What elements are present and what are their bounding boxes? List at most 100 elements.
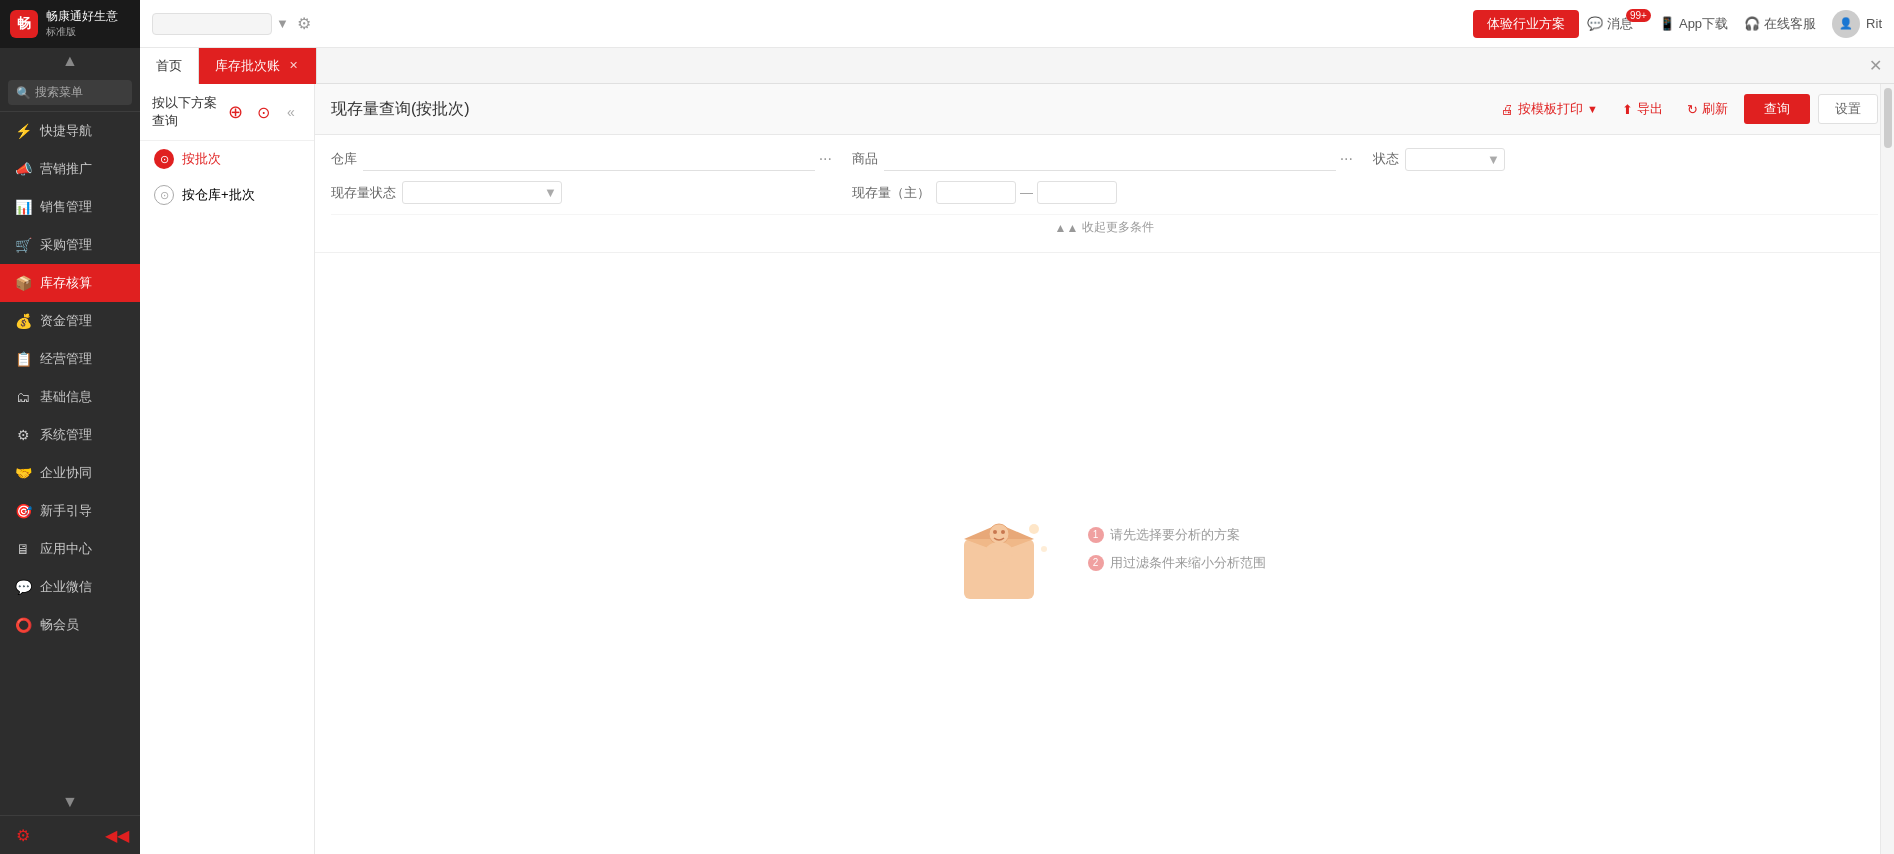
base-icon: 🗂 (14, 388, 32, 406)
sidebar-item-marketing[interactable]: 📣 营销推广 (0, 150, 140, 188)
filter-stock-status-field: 现存量状态 ▼ (331, 181, 836, 204)
finance-icon: 💰 (14, 312, 32, 330)
sidebar-item-label: 应用中心 (40, 540, 92, 558)
user-area[interactable]: 👤 Rit (1832, 10, 1882, 38)
sidebar-item-finance[interactable]: 💰 资金管理 (0, 302, 140, 340)
svg-point-6 (1001, 530, 1005, 534)
add-plan-btn[interactable]: ⊕ (224, 101, 246, 123)
sidebar-item-base[interactable]: 🗂 基础信息 (0, 378, 140, 416)
tab-area-close[interactable]: ✕ (1857, 56, 1894, 75)
sidebar-item-corp-wechat[interactable]: 💬 企业微信 (0, 568, 140, 606)
query-button[interactable]: 查询 (1744, 94, 1810, 124)
sidebar-item-label: 企业协同 (40, 464, 92, 482)
tab-home[interactable]: 首页 (140, 48, 199, 84)
stock-status-label: 现存量状态 (331, 184, 396, 202)
warehouse-more-icon[interactable]: ··· (815, 150, 836, 168)
empty-illustration (944, 494, 1064, 614)
hint-num-1: 1 (1088, 527, 1104, 543)
sidebar-item-purchase[interactable]: 🛒 采购管理 (0, 226, 140, 264)
stock-qty-label: 现存量（主） (852, 184, 930, 202)
sidebar-header: 畅 畅康通好生意 标准版 (0, 0, 140, 48)
user-name: Rit (1866, 16, 1882, 31)
empty-hint-1: 1 请先选择要分析的方案 (1088, 526, 1266, 544)
svg-point-4 (985, 542, 1013, 562)
print-label: 按模板打印 (1518, 100, 1583, 118)
left-panel-actions: ⊕ ⊙ « (224, 101, 302, 123)
sidebar-item-system[interactable]: ⚙ 系统管理 (0, 416, 140, 454)
messages-count: 99+ (1626, 9, 1651, 22)
stock-qty-dash: — (1020, 185, 1033, 200)
svg-point-3 (989, 524, 1009, 544)
goods-more-icon[interactable]: ··· (1336, 150, 1357, 168)
plan-item-by-warehouse-batch[interactable]: ⊙ 按仓库+批次 (140, 177, 314, 213)
right-scrollbar[interactable] (1880, 84, 1894, 854)
plan-by-wh-batch-icon: ⊙ (154, 185, 174, 205)
goods-input[interactable] (884, 147, 1336, 171)
industry-solution-button[interactable]: 体验行业方案 (1473, 10, 1579, 38)
operations-icon: 📋 (14, 350, 32, 368)
sidebar-scroll-up[interactable]: ▲ (0, 48, 140, 74)
sidebar-item-label: 经营管理 (40, 350, 92, 368)
sidebar-scroll-down[interactable]: ▼ (0, 789, 140, 815)
left-panel-header: 按以下方案查询 ⊕ ⊙ « (140, 84, 314, 141)
headset-icon: 🎧 (1744, 16, 1760, 31)
print-dropdown-icon[interactable]: ▼ (1587, 103, 1598, 115)
filter-warehouse-field: 仓库 ··· (331, 147, 836, 171)
tab-inventory-batch[interactable]: 库存批次账 ✕ (199, 48, 317, 84)
sidebar-item-member[interactable]: ⭕ 畅会员 (0, 606, 140, 644)
user-avatar: 👤 (1832, 10, 1860, 38)
page-header-actions: 🖨 按模板打印 ▼ ⬆ 导出 ↻ 刷新 查询 设置 (1493, 94, 1878, 124)
plan-item-by-batch[interactable]: ⊙ 按批次 (140, 141, 314, 177)
marketing-icon: 📣 (14, 160, 32, 178)
export-btn[interactable]: ⬆ 导出 (1614, 97, 1671, 121)
messages-badge-container[interactable]: 💬 消息 99+ (1587, 15, 1643, 33)
stock-status-select[interactable] (402, 181, 562, 204)
sidebar-item-app-center[interactable]: 🖥 应用中心 (0, 530, 140, 568)
app-center-icon: 🖥 (14, 540, 32, 558)
refresh-icon: ↻ (1687, 102, 1698, 117)
topbar-right: 💬 消息 99+ 📱 App下载 🎧 在线客服 👤 Rit (1587, 10, 1882, 38)
stock-qty-max-input[interactable] (1037, 181, 1117, 204)
topbar-search-input[interactable] (152, 13, 272, 35)
collapse-panel-btn[interactable]: « (280, 101, 302, 123)
topbar-dropdown-icon[interactable]: ▼ (276, 16, 289, 31)
app-download-container[interactable]: 📱 App下载 (1659, 15, 1728, 33)
export-icon: ⬆ (1622, 102, 1633, 117)
sidebar-item-label: 采购管理 (40, 236, 92, 254)
collapse-more-conditions[interactable]: ▲▲ 收起更多条件 (331, 214, 1878, 240)
sidebar-item-inventory[interactable]: 📦 库存核算 (0, 264, 140, 302)
settings-plan-btn[interactable]: ⊙ (252, 101, 274, 123)
stock-qty-min-input[interactable] (936, 181, 1016, 204)
refresh-btn[interactable]: ↻ 刷新 (1679, 97, 1736, 121)
sidebar-item-label: 库存核算 (40, 274, 92, 292)
hint-text-2: 用过滤条件来缩小分析范围 (1110, 554, 1266, 572)
sidebar-item-quick-nav[interactable]: ⚡ 快捷导航 (0, 112, 140, 150)
tab-inventory-batch-label: 库存批次账 (215, 57, 280, 75)
print-btn[interactable]: 🖨 按模板打印 ▼ (1493, 97, 1606, 121)
search-icon: 🔍 (16, 86, 31, 100)
sidebar-item-enterprise[interactable]: 🤝 企业协同 (0, 454, 140, 492)
sidebar-item-label: 企业微信 (40, 578, 92, 596)
filter-area: 仓库 ··· 商品 ··· 状态 ▼ (315, 135, 1894, 253)
sidebar-search-box[interactable]: 🔍 搜索菜单 (8, 80, 132, 105)
svg-point-7 (1029, 524, 1039, 534)
tab-close-btn[interactable]: ✕ (286, 59, 300, 73)
stock-qty-range: — (936, 181, 1117, 204)
sidebar-item-operations[interactable]: 📋 经营管理 (0, 340, 140, 378)
settings-button[interactable]: 设置 (1818, 94, 1878, 124)
purchase-icon: 🛒 (14, 236, 32, 254)
online-service-container[interactable]: 🎧 在线客服 (1744, 15, 1816, 33)
sidebar-item-newbie[interactable]: 🎯 新手引导 (0, 492, 140, 530)
warehouse-input[interactable] (363, 147, 815, 171)
plan-by-batch-label: 按批次 (182, 150, 221, 168)
topbar-gear-icon[interactable]: ⚙ (293, 13, 315, 35)
sidebar-search-label: 搜索菜单 (35, 84, 83, 101)
sidebar-collapse-btn[interactable]: ◀◀ (106, 824, 128, 846)
sidebar-settings-btn[interactable]: ⚙ (12, 824, 34, 846)
warehouse-label: 仓库 (331, 150, 357, 168)
app-title: 畅康通好生意 (46, 9, 118, 25)
filter-stock-qty-field: 现存量（主） — (852, 181, 1357, 204)
status-select[interactable] (1405, 148, 1505, 171)
sidebar-item-sales[interactable]: 📊 销售管理 (0, 188, 140, 226)
page-header: 现存量查询(按批次) 🖨 按模板打印 ▼ ⬆ 导出 ↻ 刷新 (315, 84, 1894, 135)
